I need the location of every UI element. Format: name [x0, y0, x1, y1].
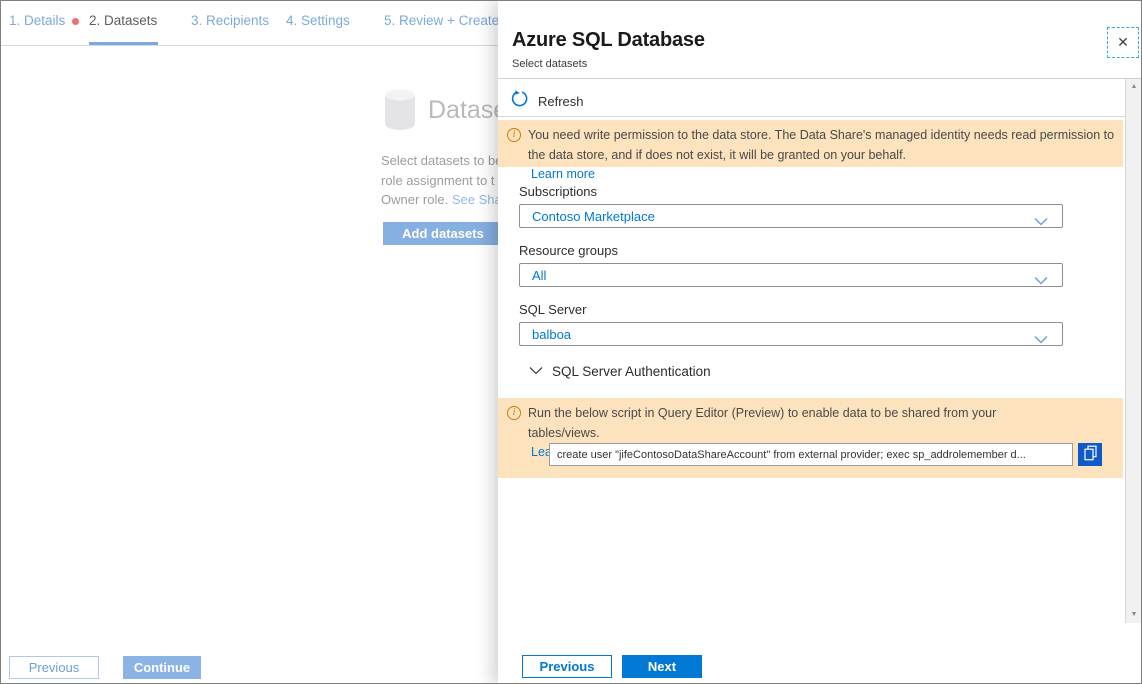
learn-more-link[interactable]: Learn more — [531, 167, 595, 181]
copy-icon — [1083, 445, 1098, 464]
description-line: Owner role. See Sha — [381, 190, 502, 210]
scroll-up-icon[interactable]: ▲ — [1126, 80, 1142, 94]
subscriptions-label: Subscriptions — [519, 184, 597, 199]
permission-info-banner: i You need write permission to the data … — [498, 120, 1123, 167]
scroll-down-icon[interactable]: ▼ — [1126, 608, 1142, 622]
copy-button[interactable] — [1078, 443, 1102, 466]
refresh-icon — [511, 90, 528, 112]
header-divider — [498, 78, 1142, 79]
sql-auth-label: SQL Server Authentication — [552, 364, 711, 379]
add-datasets-button[interactable]: Add datasets — [383, 222, 503, 245]
sql-server-dropdown[interactable]: balboa — [519, 322, 1063, 346]
description-line: role assignment to t — [381, 171, 502, 191]
resource-groups-dropdown[interactable]: All — [519, 263, 1063, 287]
panel-scrollbar[interactable]: ▲ ▼ — [1125, 79, 1141, 623]
panel-subtitle: Select datasets — [512, 58, 587, 70]
panel-title: Azure SQL Database — [512, 29, 705, 52]
subscriptions-value: Contoso Marketplace — [532, 209, 655, 224]
see-share-link[interactable]: See Sha — [452, 192, 502, 207]
resource-groups-value: All — [532, 268, 546, 283]
resource-groups-label: Resource groups — [519, 243, 618, 258]
chevron-down-icon — [1034, 331, 1048, 349]
toolbar-divider — [498, 116, 1125, 117]
tab-label: 5. Review + Create — [384, 13, 499, 28]
subscriptions-dropdown[interactable]: Contoso Marketplace — [519, 204, 1063, 228]
sql-server-value: balboa — [532, 327, 571, 342]
tab-details[interactable]: 1. Details — [9, 13, 79, 28]
info-icon: i — [507, 128, 521, 142]
script-textbox[interactable] — [549, 443, 1073, 466]
tab-label: 4. Settings — [286, 13, 350, 28]
description-line: Select datasets to be — [381, 151, 502, 171]
background-continue-button[interactable]: Continue — [123, 656, 201, 679]
panel-previous-button[interactable]: Previous — [522, 655, 612, 678]
permission-banner-text: You need write permission to the data st… — [528, 126, 1114, 185]
tab-settings[interactable]: 4. Settings — [286, 13, 350, 28]
sql-server-label: SQL Server — [519, 302, 586, 317]
validation-dot-icon — [72, 18, 79, 25]
background-previous-button[interactable]: Previous — [9, 656, 99, 679]
tab-datasets[interactable]: 2. Datasets — [89, 13, 157, 28]
database-icon — [383, 89, 417, 136]
chevron-down-icon — [1034, 213, 1048, 231]
tab-recipients[interactable]: 3. Recipients — [191, 13, 269, 28]
info-icon: i — [507, 406, 521, 420]
close-icon[interactable]: ✕ — [1107, 27, 1139, 58]
refresh-button[interactable]: Refresh — [511, 90, 584, 112]
tab-review-create[interactable]: 5. Review + Create — [384, 13, 499, 28]
panel-next-button[interactable]: Next — [622, 655, 702, 678]
sql-auth-expander[interactable]: SQL Server Authentication — [529, 362, 711, 380]
tab-label: 3. Recipients — [191, 13, 269, 28]
chevron-down-icon — [529, 362, 543, 380]
tab-label: 1. Details — [9, 13, 65, 28]
datasets-description: Select datasets to be role assignment to… — [381, 151, 502, 210]
screenshot-frame: 1. Details 2. Datasets 3. Recipients 4. … — [0, 0, 1142, 684]
chevron-down-icon — [1034, 272, 1048, 290]
script-info-banner: i Run the below script in Query Editor (… — [498, 398, 1123, 478]
azure-sql-database-panel: Azure SQL Database Select datasets ✕ Ref… — [498, 1, 1142, 684]
refresh-label: Refresh — [538, 94, 584, 109]
tab-label: 2. Datasets — [89, 13, 157, 28]
